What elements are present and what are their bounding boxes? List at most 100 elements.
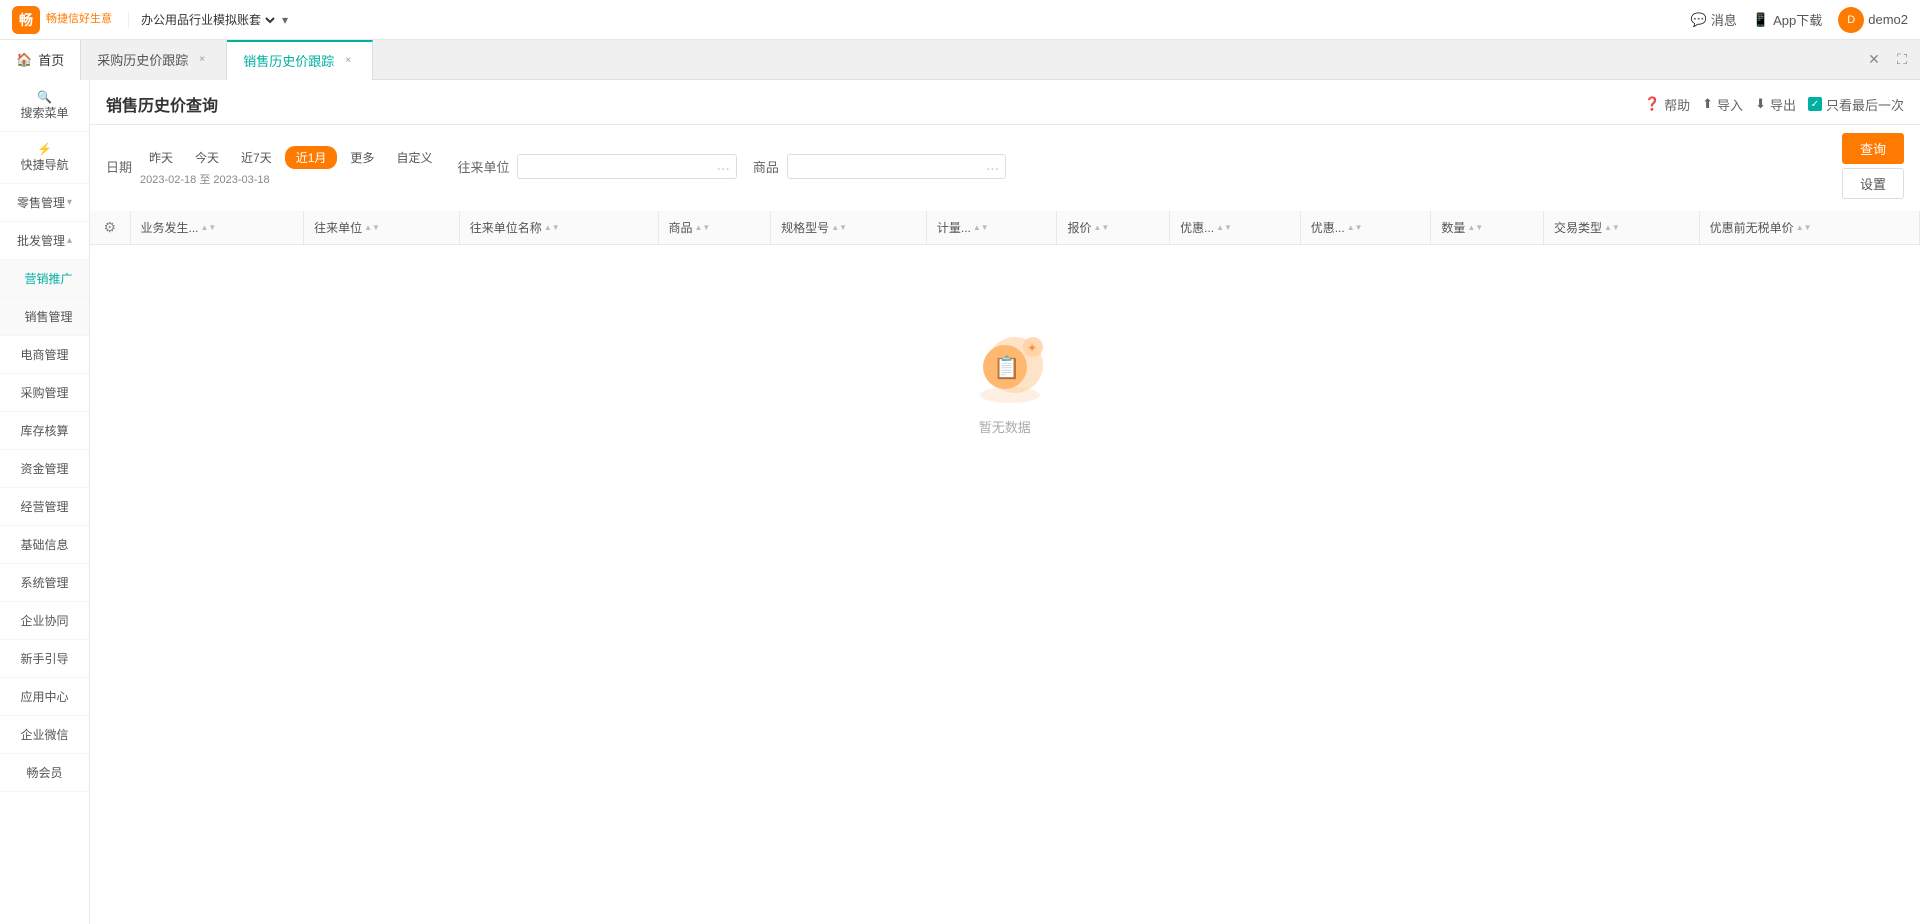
topbar-right: 💬 消息 📱 App下载 D demo2 — [1691, 7, 1908, 33]
sidebar-item-guide[interactable]: 新手引导 — [0, 640, 89, 678]
tab-sales-history[interactable]: 销售历史价跟踪 × — [227, 40, 373, 80]
page-actions: ❓ 帮助 ⬆ 导入 ⬇ 导出 ✓ 只看最后一次 — [1644, 95, 1904, 114]
th-product[interactable]: 商品 ▲▼ — [658, 211, 771, 245]
th-unit[interactable]: 计量... ▲▼ — [926, 211, 1057, 245]
sidebar-item-search[interactable]: 🔍 搜索菜单 — [0, 80, 89, 132]
date-btn-today[interactable]: 今天 — [186, 146, 228, 169]
th-spec[interactable]: 规格型号 ▲▼ — [771, 211, 927, 245]
sidebar-item-sales-mgmt[interactable]: 销售管理 — [0, 298, 89, 336]
sidebar-item-ecommerce[interactable]: 电商管理 — [0, 336, 89, 374]
sort-arrows-quantity: ▲▼ — [1467, 224, 1483, 232]
app-download-button[interactable]: 📱 App下载 — [1753, 10, 1822, 29]
topbar: 畅 畅捷信好生意 办公用品行业模拟账套 ▾ 💬 消息 📱 App下载 D dem… — [0, 0, 1920, 40]
table-body: 📋 ✦ 暂无数据 — [90, 245, 1920, 517]
sort-arrows-discount1: ▲▼ — [1216, 224, 1232, 232]
partner-input[interactable] — [518, 155, 710, 178]
th-trade-type[interactable]: 交易类型 ▲▼ — [1543, 211, 1699, 245]
sidebar-item-operations[interactable]: 经营管理 — [0, 488, 89, 526]
table-header: ⚙ 业务发生... ▲▼ 往来单位 ▲▼ — [90, 211, 1920, 245]
breadcrumb-select[interactable]: 办公用品行业模拟账套 — [137, 12, 278, 28]
filter-bar: 日期 昨天 今天 近7天 近1月 更多 自定义 2023-02-18 至 202… — [90, 125, 1920, 211]
sidebar-item-retail[interactable]: 零售管理 ▾ — [0, 184, 89, 222]
empty-state: 📋 ✦ 暂无数据 — [90, 245, 1920, 516]
table-settings-icon[interactable]: ⚙ — [103, 219, 116, 235]
help-button[interactable]: ❓ 帮助 — [1644, 95, 1690, 114]
tab-purchase-history[interactable]: 采购历史价跟踪 × — [81, 40, 227, 80]
th-biz-date[interactable]: 业务发生... ▲▼ — [130, 211, 304, 245]
page-title: 销售历史价查询 — [106, 92, 218, 116]
only-last-checkbox-wrap[interactable]: ✓ 只看最后一次 — [1808, 95, 1904, 114]
date-btn-more[interactable]: 更多 — [341, 146, 383, 169]
svg-text:✦: ✦ — [1027, 341, 1037, 355]
th-discount1[interactable]: 优惠... ▲▼ — [1170, 211, 1301, 245]
query-button[interactable]: 查询 — [1842, 133, 1904, 164]
page-title-row: 销售历史价查询 ❓ 帮助 ⬆ 导入 ⬇ 导出 ✓ — [106, 92, 1904, 116]
quick-nav-icon: ⚡ — [4, 142, 85, 156]
partner-input-dots[interactable]: ... — [710, 157, 735, 175]
th-partner-name[interactable]: 往来单位名称 ▲▼ — [459, 211, 658, 245]
topbar-left: 畅 畅捷信好生意 办公用品行业模拟账套 ▾ — [12, 6, 288, 34]
data-table: ⚙ 业务发生... ▲▼ 往来单位 ▲▼ — [90, 211, 1920, 516]
sidebar-item-system[interactable]: 系统管理 — [0, 564, 89, 602]
tab-close-all-icon[interactable]: ✕ — [1864, 50, 1884, 70]
content-area: 销售历史价查询 ❓ 帮助 ⬆ 导入 ⬇ 导出 ✓ — [90, 80, 1920, 924]
sidebar-item-app-center[interactable]: 应用中心 — [0, 678, 89, 716]
empty-text: 暂无数据 — [979, 417, 1031, 436]
logo-area[interactable]: 畅 畅捷信好生意 — [12, 6, 112, 34]
date-btn-1month[interactable]: 近1月 — [285, 146, 338, 169]
wholesale-chevron-icon: ▴ — [67, 235, 72, 246]
sidebar-item-wholesale[interactable]: 批发管理 ▴ — [0, 222, 89, 260]
product-input[interactable] — [788, 155, 980, 178]
sidebar-item-finance[interactable]: 资金管理 — [0, 450, 89, 488]
search-icon: 🔍 — [4, 90, 85, 104]
settings-button[interactable]: 设置 — [1842, 168, 1904, 199]
export-button[interactable]: ⬇ 导出 — [1755, 95, 1796, 114]
user-profile[interactable]: D demo2 — [1838, 7, 1908, 33]
table-area: ⚙ 业务发生... ▲▼ 往来单位 ▲▼ — [90, 211, 1920, 924]
th-partner-code[interactable]: 往来单位 ▲▼ — [304, 211, 460, 245]
sort-arrows-pretax-price: ▲▼ — [1796, 224, 1812, 232]
export-icon: ⬇ — [1755, 96, 1766, 112]
only-last-checkbox[interactable]: ✓ — [1808, 97, 1822, 111]
th-quoted-price[interactable]: 报价 ▲▼ — [1057, 211, 1170, 245]
sidebar-item-inventory[interactable]: 库存核算 — [0, 412, 89, 450]
sidebar-item-wechat[interactable]: 企业微信 — [0, 716, 89, 754]
breadcrumb: 办公用品行业模拟账套 ▾ — [128, 12, 288, 28]
sidebar-item-quick-nav[interactable]: ⚡ 快捷导航 — [0, 132, 89, 184]
th-pretax-price[interactable]: 优惠前无税单价 ▲▼ — [1699, 211, 1919, 245]
date-filter: 日期 昨天 今天 近7天 近1月 更多 自定义 2023-02-18 至 202… — [106, 146, 441, 187]
th-quantity[interactable]: 数量 ▲▼ — [1431, 211, 1544, 245]
svg-text:📋: 📋 — [993, 355, 1020, 380]
sort-arrows-spec: ▲▼ — [831, 224, 847, 232]
tab-actions: ✕ ⛶ — [1856, 50, 1920, 70]
tab-home[interactable]: 🏠 首页 — [0, 40, 81, 80]
sidebar-item-basic-info[interactable]: 基础信息 — [0, 526, 89, 564]
product-input-dots[interactable]: ... — [980, 157, 1005, 175]
filter-row: 日期 昨天 今天 近7天 近1月 更多 自定义 2023-02-18 至 202… — [106, 133, 1904, 199]
product-input-wrap: ... — [787, 154, 1006, 179]
date-btn-custom[interactable]: 自定义 — [387, 146, 441, 169]
th-discount2[interactable]: 优惠... ▲▼ — [1300, 211, 1431, 245]
tab-sales-close-icon[interactable]: × — [340, 53, 356, 69]
sort-arrows-trade-type: ▲▼ — [1604, 224, 1620, 232]
sidebar-item-marketing[interactable]: 营销推广 — [0, 260, 89, 298]
partner-filter: 往来单位 ... — [457, 154, 736, 179]
tabbar: 🏠 首页 采购历史价跟踪 × 销售历史价跟踪 × ✕ ⛶ — [0, 40, 1920, 80]
logo-icon: 畅 — [12, 6, 40, 34]
th-settings[interactable]: ⚙ — [90, 211, 130, 245]
app-icon: 📱 — [1753, 12, 1769, 28]
tab-maximize-icon[interactable]: ⛶ — [1892, 50, 1912, 70]
sort-arrows-unit: ▲▼ — [973, 224, 989, 232]
retail-chevron-icon: ▾ — [67, 197, 72, 208]
tab-purchase-close-icon[interactable]: × — [194, 52, 210, 68]
import-button[interactable]: ⬆ 导入 — [1702, 95, 1743, 114]
sidebar-item-member[interactable]: 畅会员 — [0, 754, 89, 792]
import-icon: ⬆ — [1702, 96, 1713, 112]
breadcrumb-chevron-icon: ▾ — [282, 13, 288, 27]
date-btn-yesterday[interactable]: 昨天 — [140, 146, 182, 169]
date-btn-7days[interactable]: 近7天 — [232, 146, 281, 169]
message-button[interactable]: 💬 消息 — [1691, 10, 1737, 29]
avatar: D — [1838, 7, 1864, 33]
sidebar-item-enterprise[interactable]: 企业协同 — [0, 602, 89, 640]
sidebar-item-purchase[interactable]: 采购管理 — [0, 374, 89, 412]
